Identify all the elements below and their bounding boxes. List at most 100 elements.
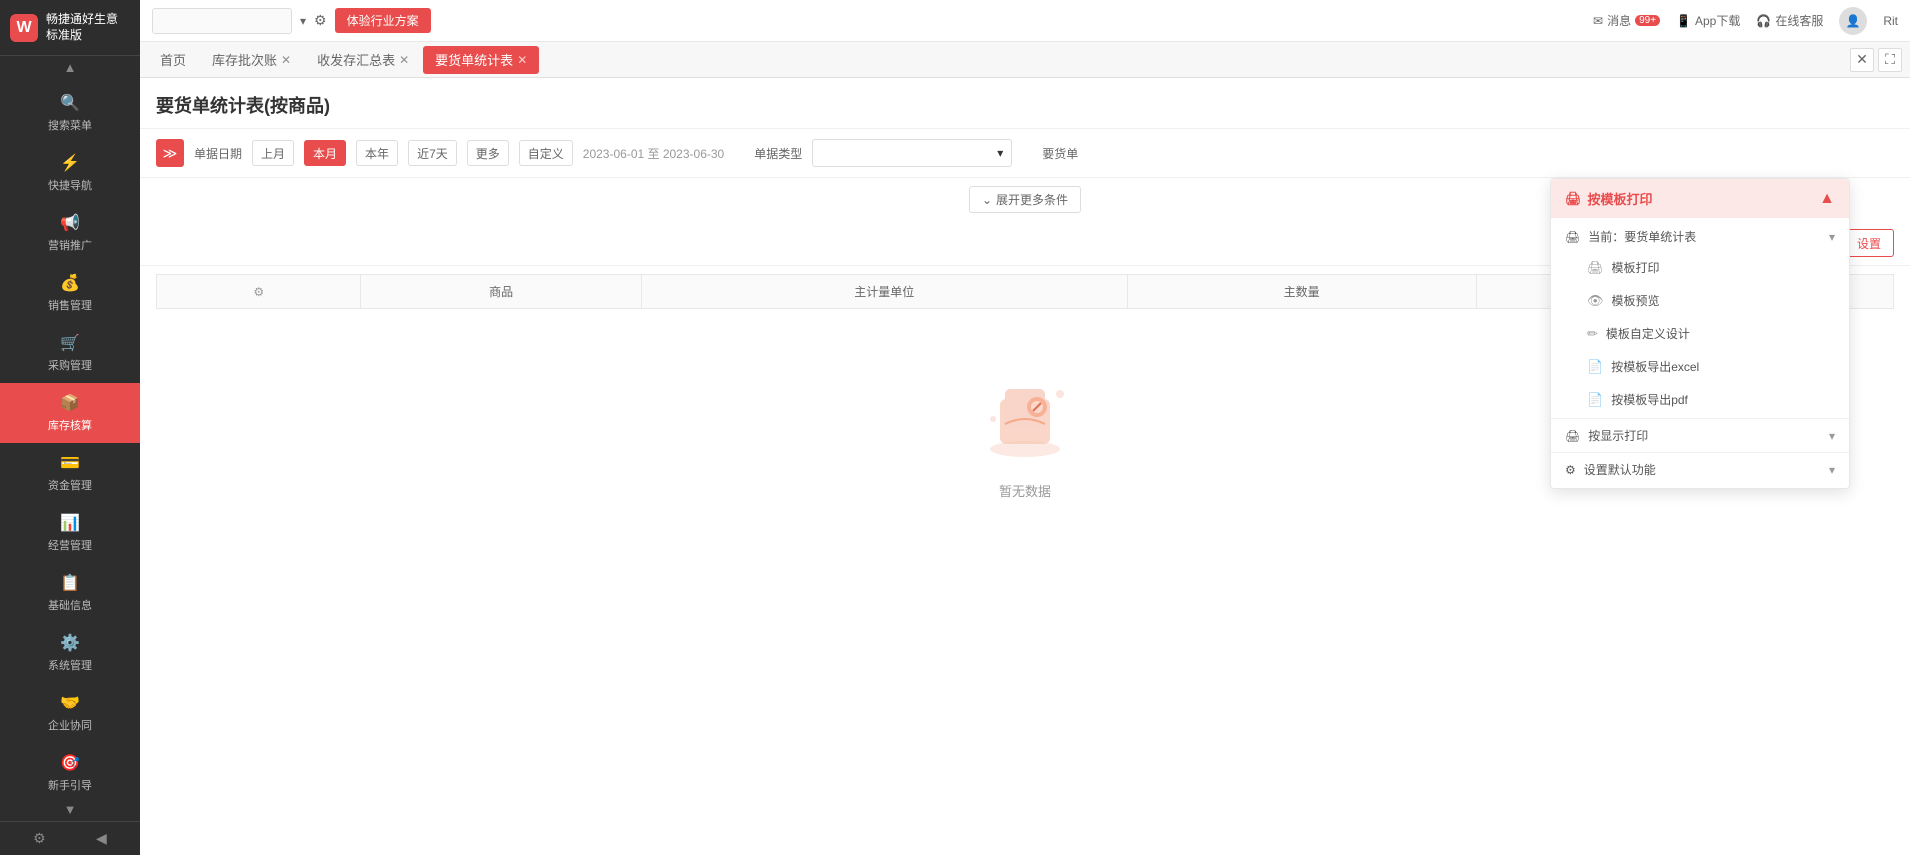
nav-icon-sales: 💰: [60, 273, 80, 293]
username[interactable]: Rit: [1883, 14, 1898, 28]
sidebar-item-collab[interactable]: 🤝 企业协同: [0, 683, 140, 743]
sidebar-item-finance[interactable]: 💳 资金管理: [0, 443, 140, 503]
sidebar-item-guide[interactable]: 🎯新手引导: [0, 743, 140, 798]
print-dropdown-close-btn[interactable]: ▲: [1819, 190, 1835, 208]
nav-icon-finance: 💳: [60, 453, 80, 473]
nav-icon-purchase: 🛒: [60, 333, 80, 353]
nav-label-system: 系统管理: [48, 657, 92, 673]
sidebar-item-marketing[interactable]: 📢营销推广: [0, 203, 140, 263]
sidebar-logo: W 畅捷通好生意 标准版: [0, 0, 140, 56]
display-print-label: 按显示打印: [1588, 427, 1648, 444]
scroll-up-btn[interactable]: ▲: [0, 56, 140, 79]
tab-order-stats[interactable]: 要货单统计表✕: [423, 46, 539, 74]
nav-label-inventory: 库存核算: [48, 417, 92, 433]
nav-icon-operations: 📊: [60, 513, 80, 533]
export-excel-label: 按模板导出excel: [1611, 358, 1699, 375]
expand-filter-btn[interactable]: ≫: [156, 139, 184, 167]
print-dropdown-body: 🖨 当前：要货单统计表 ▾ 🖨 模板打印 👁 模板预览 ✏ 模板自定义设计: [1551, 218, 1849, 488]
template-custom-icon: ✏: [1587, 326, 1598, 342]
export-pdf-item[interactable]: 📄 按模板导出pdf: [1551, 383, 1849, 416]
type-select[interactable]: ▾: [812, 139, 1012, 167]
nav-icon-quick-nav: ⚡: [60, 153, 80, 173]
logo-title: 畅捷通好生意: [46, 12, 118, 28]
nav-label-finance: 资金管理: [48, 477, 92, 493]
expand-tab-btn[interactable]: ⛶: [1878, 48, 1902, 72]
tab-inventory-batch[interactable]: 库存批次账 ✕: [200, 46, 303, 74]
template-print-item[interactable]: 🖨 模板打印: [1551, 251, 1849, 284]
template-preview-label: 模板预览: [1612, 292, 1660, 309]
dropdown-divider-2: [1551, 452, 1849, 453]
main-area: ▾ ⚙ 体验行业方案 ✉ 消息 99+ 📱 App下载 🎧 在线客服 👤 Rit…: [140, 0, 1910, 855]
app-download-label: App下载: [1695, 12, 1740, 29]
nav-label-collab: 企业协同: [48, 717, 92, 733]
nav-icon-basic: 📋: [60, 573, 80, 593]
custom-date-btn[interactable]: 自定义: [519, 140, 573, 166]
app-download-icon: 📱: [1676, 14, 1691, 28]
tab-receipt-summary[interactable]: 收发存汇总表✕: [305, 46, 421, 74]
template-preview-item[interactable]: 👁 模板预览: [1551, 284, 1849, 317]
message-btn[interactable]: ✉ 消息 99+: [1593, 12, 1660, 29]
print-dropdown-title: 🖨 按模板打印: [1565, 189, 1653, 208]
sidebar-item-inventory[interactable]: 📦 库存核算: [0, 383, 140, 443]
prev-month-btn[interactable]: 上月: [252, 140, 294, 166]
app-download-btn[interactable]: 📱 App下载: [1676, 12, 1740, 29]
headset-icon: 🎧: [1756, 14, 1771, 28]
export-excel-icon: 📄: [1587, 359, 1603, 375]
export-pdf-icon: 📄: [1587, 392, 1603, 408]
logo-subtitle: 标准版: [46, 28, 118, 44]
type-select-arrow: ▾: [997, 146, 1003, 160]
nav-label-basic: 基础信息: [48, 597, 92, 613]
tab-close-order-stats[interactable]: ✕: [517, 53, 527, 67]
print-dropdown-header: 🖨 按模板打印 ▲: [1551, 179, 1849, 218]
close-tab-btn[interactable]: ✕: [1850, 48, 1874, 72]
type-label: 单据类型: [754, 145, 802, 162]
col-settings[interactable]: ⚙: [157, 275, 361, 309]
sidebar-nav: 🔍搜索菜单⚡快捷导航📢营销推广💰销售管理🛒采购管理 📦 库存核算 💳 资金管理 📊经营管理…: [0, 79, 140, 798]
nav-icon-inventory: 📦: [60, 393, 80, 413]
tab-close-inventory-batch[interactable]: ✕: [281, 53, 291, 67]
sidebar-item-basic[interactable]: 📋 基础信息: [0, 563, 140, 623]
logo-icon: W: [10, 14, 38, 42]
more-date-btn[interactable]: 更多: [467, 140, 509, 166]
search-input[interactable]: [152, 8, 292, 34]
printer-icon: 🖨: [1565, 191, 1582, 207]
this-year-btn[interactable]: 本年: [356, 140, 398, 166]
template-print-icon: 🖨: [1587, 260, 1604, 276]
page-title: 要货单统计表(按商品): [156, 92, 1894, 118]
search-dropdown-icon[interactable]: ▾: [300, 14, 306, 28]
avatar[interactable]: 👤: [1839, 7, 1867, 35]
page-header: 要货单统计表(按商品): [140, 78, 1910, 129]
sidebar-item-sales[interactable]: 💰销售管理: [0, 263, 140, 323]
tab-home[interactable]: 首页: [148, 46, 198, 74]
current-template-section[interactable]: 🖨 当前：要货单统计表 ▾: [1551, 222, 1849, 251]
filter-row-1: ≫ 单据日期 上月 本月 本年 近7天 更多 自定义 2023-06-01 至 …: [140, 129, 1910, 178]
tab-label-inventory-batch: 库存批次账: [212, 50, 277, 69]
sidebar-item-quick-nav[interactable]: ⚡快捷导航: [0, 143, 140, 203]
last-7-btn[interactable]: 近7天: [408, 140, 457, 166]
topbar-gear-icon[interactable]: ⚙: [314, 12, 327, 29]
display-print-arrow: ▾: [1829, 429, 1835, 443]
this-month-btn[interactable]: 本月: [304, 140, 346, 166]
display-print-section[interactable]: 🖨 按显示打印 ▾: [1551, 421, 1849, 450]
nav-icon-system: ⚙️: [60, 633, 80, 653]
settings-bottom-icon[interactable]: ⚙: [33, 830, 46, 847]
settings-btn[interactable]: 设置: [1844, 229, 1894, 257]
default-func-section[interactable]: ⚙ 设置默认功能 ▾: [1551, 455, 1849, 484]
toggle-sidebar-icon[interactable]: ◀: [96, 830, 107, 847]
sidebar-item-purchase[interactable]: 🛒采购管理: [0, 323, 140, 383]
col-unit: 主计量单位: [641, 275, 1127, 309]
tabs-bar: 首页库存批次账✕收发存汇总表✕要货单统计表✕ ✕ ⛶: [140, 42, 1910, 78]
dropdown-divider-1: [1551, 418, 1849, 419]
scroll-down-btn[interactable]: ▼: [0, 798, 140, 821]
export-excel-item[interactable]: 📄 按模板导出excel: [1551, 350, 1849, 383]
online-service-btn[interactable]: 🎧 在线客服: [1756, 12, 1823, 29]
tab-close-receipt-summary[interactable]: ✕: [399, 53, 409, 67]
sidebar-item-search[interactable]: 🔍搜索菜单: [0, 83, 140, 143]
empty-text: 暂无数据: [999, 481, 1051, 500]
template-custom-item[interactable]: ✏ 模板自定义设计: [1551, 317, 1849, 350]
trial-btn[interactable]: 体验行业方案: [335, 8, 431, 33]
sidebar-item-system[interactable]: ⚙️ 系统管理: [0, 623, 140, 683]
nav-icon-collab: 🤝: [60, 693, 80, 713]
sidebar-item-operations[interactable]: 📊经营管理: [0, 503, 140, 563]
expand-more-btn[interactable]: ⌄ 展开更多条件: [969, 186, 1081, 213]
